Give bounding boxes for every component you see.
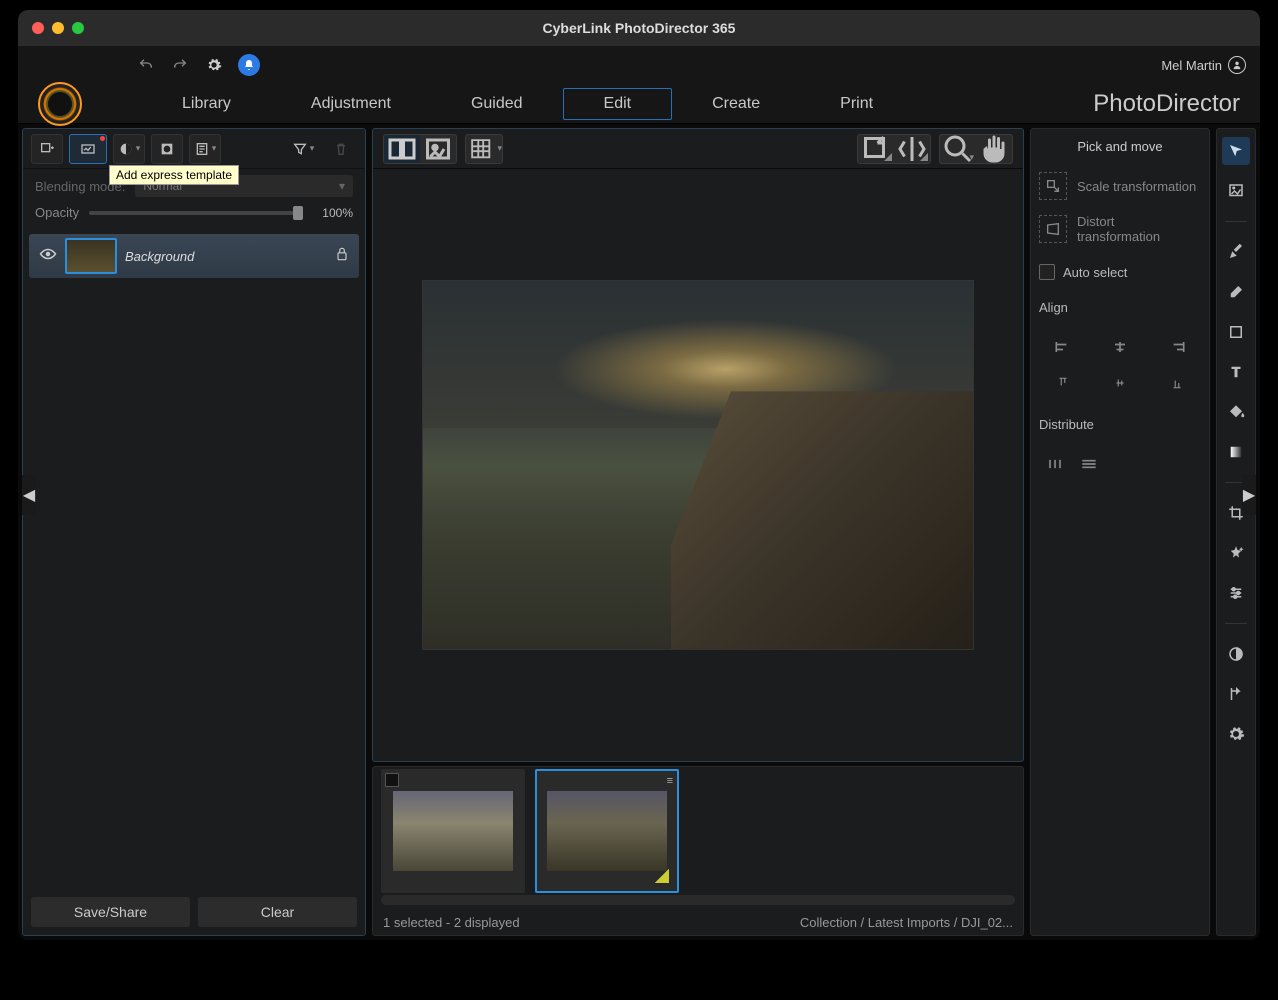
- align-center-h-icon[interactable]: [1096, 333, 1145, 361]
- fill-tool-icon[interactable]: [1222, 398, 1250, 426]
- filmstrip-thumb[interactable]: [381, 769, 525, 893]
- lock-icon[interactable]: [335, 246, 349, 267]
- titlebar: CyberLink PhotoDirector 365: [18, 10, 1260, 46]
- breadcrumb: Collection / Latest Imports / DJI_02...: [800, 915, 1013, 930]
- align-top-icon[interactable]: [1039, 369, 1088, 397]
- shape-tool-icon[interactable]: [1222, 318, 1250, 346]
- add-layer-icon[interactable]: [31, 134, 63, 164]
- align-center-v-icon[interactable]: [1096, 369, 1145, 397]
- grid-icon[interactable]: ▾: [466, 135, 502, 163]
- panel-title: Pick and move: [1039, 139, 1201, 154]
- brand-label: PhotoDirector: [1093, 90, 1240, 118]
- canvas-image[interactable]: [422, 280, 974, 650]
- close-icon[interactable]: [32, 22, 44, 34]
- settings-tool-icon[interactable]: [1222, 720, 1250, 748]
- blur-tool-icon[interactable]: [1222, 640, 1250, 668]
- menubar: Mel Martin: [18, 46, 1260, 84]
- eraser-tool-icon[interactable]: [1222, 278, 1250, 306]
- window-title: CyberLink PhotoDirector 365: [18, 20, 1260, 36]
- opacity-label: Opacity: [35, 205, 79, 220]
- align-right-icon[interactable]: [1152, 333, 1201, 361]
- clear-button[interactable]: Clear: [198, 897, 357, 927]
- auto-select-checkbox[interactable]: Auto select: [1039, 264, 1201, 280]
- maximize-icon[interactable]: [72, 22, 84, 34]
- minimize-icon[interactable]: [52, 22, 64, 34]
- user-name: Mel Martin: [1161, 58, 1222, 73]
- tab-library[interactable]: Library: [142, 88, 271, 120]
- selection-tool-icon[interactable]: [1222, 680, 1250, 708]
- text-tool-icon[interactable]: [1222, 358, 1250, 386]
- mask-icon[interactable]: [151, 134, 183, 164]
- distribute-v-icon[interactable]: [1079, 450, 1099, 478]
- app-window: CyberLink PhotoDirector 365 Mel Martin L…: [18, 10, 1260, 940]
- tool-rail: [1216, 128, 1256, 936]
- layer-row[interactable]: Background: [29, 234, 359, 278]
- tooltip: Add express template: [109, 165, 239, 185]
- tab-create[interactable]: Create: [672, 88, 800, 120]
- distort-icon: [1039, 215, 1067, 243]
- tab-edit[interactable]: Edit: [563, 88, 673, 120]
- view-mode-single-icon[interactable]: [420, 135, 456, 163]
- collapse-left-icon[interactable]: ◀: [22, 475, 36, 515]
- scale-icon: [1039, 172, 1067, 200]
- move-tool-icon[interactable]: [1222, 137, 1250, 165]
- layers-panel: ▾ ▾ ▾ Add express template Blending mode…: [22, 128, 366, 936]
- scale-transform-button[interactable]: Scale transformation: [1039, 172, 1201, 200]
- filmstrip-scrollbar[interactable]: [381, 895, 1015, 905]
- layer-menu-icon[interactable]: ▾: [189, 134, 221, 164]
- export-icon[interactable]: [858, 135, 894, 163]
- undo-icon[interactable]: [136, 55, 156, 75]
- layer-thumbnail[interactable]: [65, 238, 117, 274]
- align-label: Align: [1039, 300, 1201, 315]
- zoom-icon[interactable]: ▾: [940, 135, 976, 163]
- gear-icon[interactable]: [204, 55, 224, 75]
- filmstrip-thumb[interactable]: ≡: [535, 769, 679, 893]
- delete-layer-icon[interactable]: [325, 134, 357, 164]
- distribute-label: Distribute: [1039, 417, 1201, 432]
- distort-transform-button[interactable]: Distort transformation: [1039, 214, 1201, 244]
- flip-icon[interactable]: [894, 135, 930, 163]
- opacity-slider[interactable]: [89, 211, 303, 215]
- collapse-right-icon[interactable]: ▶: [1242, 475, 1256, 515]
- view-mode-fit-icon[interactable]: [384, 135, 420, 163]
- notifications-icon[interactable]: [238, 54, 260, 76]
- tabbar: Library Adjustment Guided Edit Create Pr…: [18, 84, 1260, 124]
- visibility-icon[interactable]: [39, 247, 57, 265]
- gradient-tool-icon[interactable]: [1222, 438, 1250, 466]
- filter-icon[interactable]: ▾: [287, 134, 319, 164]
- tab-print[interactable]: Print: [800, 88, 913, 120]
- adjustment-badge-icon: [385, 773, 399, 787]
- pen-tool-icon[interactable]: [1222, 238, 1250, 266]
- adjustment-layer-icon[interactable]: ▾: [113, 134, 145, 164]
- user-icon[interactable]: [1228, 56, 1246, 74]
- properties-panel: Pick and move Scale transformation Disto…: [1030, 128, 1210, 936]
- filmstrip-panel: ≡ 1 selected - 2 displayed Collection / …: [372, 766, 1024, 936]
- tab-adjustment[interactable]: Adjustment: [271, 88, 431, 120]
- tab-guided[interactable]: Guided: [431, 88, 563, 120]
- sliders-tool-icon[interactable]: [1222, 579, 1250, 607]
- pan-hand-icon[interactable]: [976, 135, 1012, 163]
- image-tool-icon[interactable]: [1222, 177, 1250, 205]
- app-logo-icon[interactable]: [38, 82, 82, 126]
- align-bottom-icon[interactable]: [1152, 369, 1201, 397]
- express-template-button[interactable]: [69, 134, 107, 164]
- layer-name: Background: [125, 249, 327, 264]
- align-left-icon[interactable]: [1039, 333, 1088, 361]
- canvas-panel: ▾ ▾: [372, 128, 1024, 762]
- layers-badge-icon: ≡: [667, 775, 673, 787]
- effects-tool-icon[interactable]: [1222, 539, 1250, 567]
- save-share-button[interactable]: Save/Share: [31, 897, 190, 927]
- marker-icon: [655, 869, 669, 883]
- redo-icon[interactable]: [170, 55, 190, 75]
- opacity-value: 100%: [313, 206, 353, 220]
- selection-status: 1 selected - 2 displayed: [383, 915, 520, 930]
- distribute-h-icon[interactable]: [1045, 450, 1065, 478]
